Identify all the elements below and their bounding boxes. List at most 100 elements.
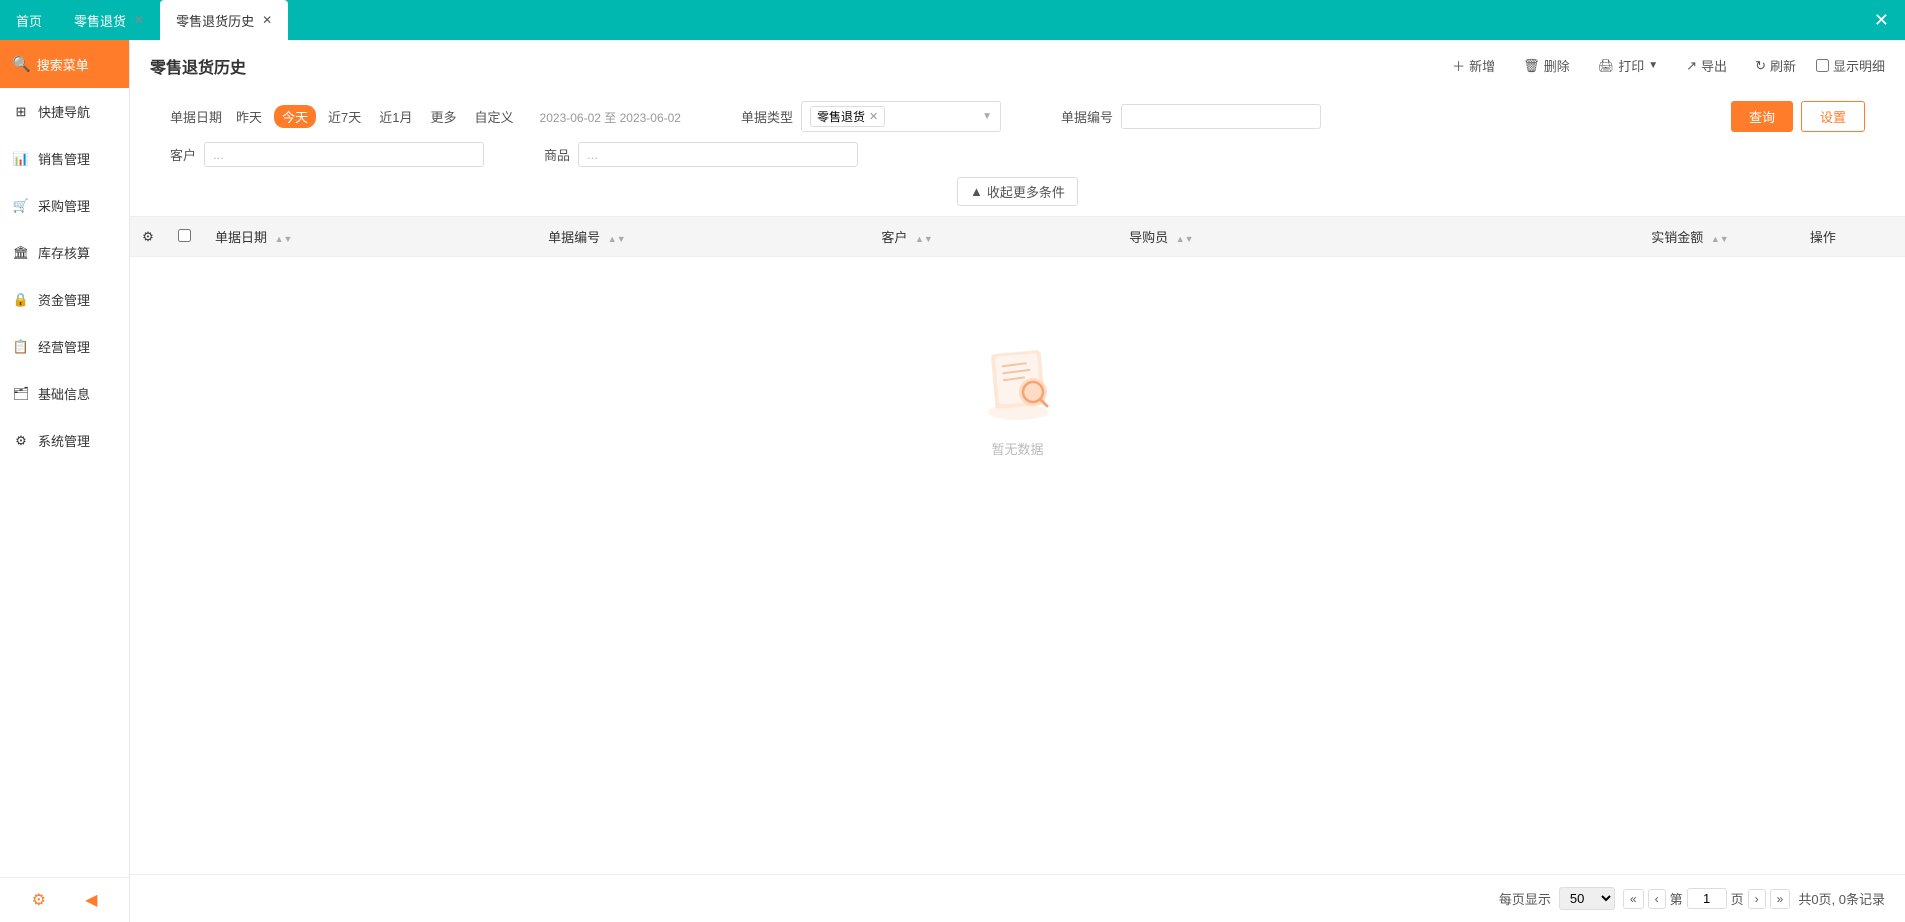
- print-button[interactable]: 🖨 打印 ▼: [1590, 52, 1666, 79]
- date-option-7days[interactable]: 近7天: [322, 105, 367, 128]
- date-range: 2023-06-02 至 2023-06-02: [540, 109, 681, 126]
- customer-sort[interactable]: ▲▼: [915, 234, 933, 244]
- last-page-button[interactable]: »: [1770, 889, 1791, 909]
- tab-retail-return-history[interactable]: 零售退货历史 ✕: [160, 0, 288, 40]
- type-tag-item: 零售退货 ✕: [810, 106, 885, 127]
- collapse-icon: ▲: [970, 184, 983, 199]
- sidebar-item-label: 资金管理: [38, 290, 90, 309]
- refresh-button[interactable]: ↻ 刷新: [1747, 52, 1804, 79]
- sidebar-bottom: ⚙ ◀: [0, 877, 129, 922]
- export-icon: ↗: [1686, 58, 1697, 74]
- date-option-today[interactable]: 今天: [274, 105, 316, 128]
- delete-button[interactable]: 🗑 删除: [1515, 52, 1578, 79]
- sidebar-item-finance[interactable]: 🔒 资金管理: [0, 276, 129, 323]
- prev-page-button[interactable]: ‹: [1648, 889, 1666, 909]
- empty-state: 暂无数据: [130, 257, 1905, 538]
- type-tag-close[interactable]: ✕: [869, 110, 878, 123]
- search-icon: 🔍: [12, 55, 31, 73]
- page-nav: « ‹ 第 页 › »: [1623, 888, 1790, 909]
- filter-area: 单据日期 昨天 今天 近7天 近1月 更多 自定义 2023-06-02 至 2…: [150, 91, 1885, 216]
- tab-home[interactable]: 零售退货历史 首页: [0, 0, 58, 40]
- collapse-sidebar-icon[interactable]: ◀: [85, 890, 97, 910]
- th-action: 操作: [1741, 217, 1905, 257]
- home-icon: ⊞: [12, 103, 30, 121]
- select-all-checkbox[interactable]: [178, 229, 191, 242]
- type-label: 单据类型: [741, 107, 793, 126]
- goods-select[interactable]: ...: [578, 142, 858, 167]
- sidebar-item-label: 销售管理: [38, 149, 90, 168]
- sidebar-item-system[interactable]: ⚙ 系统管理: [0, 417, 129, 464]
- sidebar-item-management[interactable]: 📋 经营管理: [0, 323, 129, 370]
- tab-retail-return[interactable]: 零售退货 ✕: [58, 0, 160, 40]
- top-bar: 零售退货历史 首页 零售退货 ✕ 零售退货历史 ✕ ✕: [0, 0, 1905, 40]
- tab-retail-return-close[interactable]: ✕: [134, 13, 144, 27]
- content-area: 零售退货历史 ＋ 新增 🗑 删除 🖨 打印 ▼: [130, 40, 1905, 922]
- sidebar-item-label: 采购管理: [38, 196, 90, 215]
- finance-icon: 🔒: [12, 291, 30, 309]
- sidebar-search-label: 搜索菜单: [37, 55, 89, 74]
- filter-row-1: 单据日期 昨天 今天 近7天 近1月 更多 自定义 2023-06-02 至 2…: [170, 101, 1865, 132]
- customer-label: 客户: [170, 145, 196, 164]
- table-area: ⚙ 单据日期 ▲▼ 单据编号 ▲▼: [130, 217, 1905, 874]
- print-icon: 🖨: [1598, 58, 1615, 74]
- filter-row-2: 客户 ... 商品 ...: [170, 142, 1865, 167]
- page-size-select[interactable]: 50 10 20 100: [1559, 887, 1615, 910]
- print-dropdown-icon: ▼: [1648, 60, 1658, 71]
- inventory-icon: 🏛: [12, 244, 30, 262]
- settings-icon[interactable]: ⚙: [32, 890, 46, 910]
- th-date: 单据日期 ▲▼: [203, 217, 536, 257]
- sidebar-item-sales[interactable]: 📊 销售管理: [0, 135, 129, 182]
- date-filter-group: 单据日期 昨天 今天 近7天 近1月 更多 自定义: [170, 105, 520, 128]
- data-table: ⚙ 单据日期 ▲▼ 单据编号 ▲▼: [130, 217, 1905, 538]
- th-settings: ⚙: [130, 217, 166, 257]
- total-info: 共0页, 0条记录: [1798, 889, 1885, 908]
- date-option-yesterday[interactable]: 昨天: [230, 105, 268, 128]
- tab-retail-return-history-close[interactable]: ✕: [262, 13, 272, 27]
- date-label: 单据日期: [170, 107, 222, 126]
- number-filter-group: 单据编号: [1061, 104, 1321, 129]
- window-close-button[interactable]: ✕: [1858, 0, 1905, 40]
- sidebar-item-quick-nav[interactable]: ⊞ 快捷导航: [0, 88, 129, 135]
- sidebar-item-label: 快捷导航: [38, 102, 90, 121]
- toolbar: ＋ 新增 🗑 删除 🖨 打印 ▼ ↗ 导出: [1444, 52, 1885, 79]
- query-button[interactable]: 查询: [1731, 101, 1793, 132]
- sidebar-item-inventory[interactable]: 🏛 库存核算: [0, 229, 129, 276]
- date-options: 昨天 今天 近7天 近1月 更多 自定义: [230, 105, 520, 128]
- customer-select[interactable]: ...: [204, 142, 484, 167]
- number-input[interactable]: [1121, 104, 1321, 129]
- main-layout: 🔍 搜索菜单 ⊞ 快捷导航 📊 销售管理 🛒 采购管理 🏛 库存核算 🔒 资金管…: [0, 40, 1905, 922]
- page-header: 零售退货历史 ＋ 新增 🗑 删除 🖨 打印 ▼: [130, 40, 1905, 217]
- sidebar-item-label: 经营管理: [38, 337, 90, 356]
- date-option-more[interactable]: 更多: [425, 105, 463, 128]
- goods-filter-group: 商品 ...: [544, 142, 858, 167]
- table-header-row: ⚙ 单据日期 ▲▼ 单据编号 ▲▼: [130, 217, 1905, 257]
- settings-gear-icon[interactable]: ⚙: [142, 229, 154, 244]
- sidebar-item-basic-info[interactable]: 🗂 基础信息: [0, 370, 129, 417]
- settings-button[interactable]: 设置: [1801, 101, 1865, 132]
- amount-sort[interactable]: ▲▼: [1711, 234, 1729, 244]
- new-button[interactable]: ＋ 新增: [1444, 52, 1503, 79]
- page-title-row: 零售退货历史 ＋ 新增 🗑 删除 🖨 打印 ▼: [150, 52, 1885, 79]
- sidebar-item-label: 库存核算: [38, 243, 90, 262]
- date-option-custom[interactable]: 自定义: [469, 105, 520, 128]
- th-checkbox: [166, 217, 203, 257]
- date-sort[interactable]: ▲▼: [275, 234, 293, 244]
- first-page-button[interactable]: «: [1623, 889, 1644, 909]
- guide-sort[interactable]: ▲▼: [1176, 234, 1194, 244]
- collapse-button[interactable]: ▲ 收起更多条件: [957, 177, 1078, 206]
- number-sort[interactable]: ▲▼: [608, 234, 626, 244]
- display-toggle-checkbox[interactable]: [1816, 59, 1829, 72]
- management-icon: 📋: [12, 338, 30, 356]
- next-page-button[interactable]: ›: [1748, 889, 1766, 909]
- page-number-input[interactable]: [1687, 888, 1727, 909]
- date-option-1month[interactable]: 近1月: [373, 105, 418, 128]
- display-toggle: 显示明细: [1816, 56, 1885, 75]
- sidebar-search[interactable]: 🔍 搜索菜单: [0, 40, 129, 88]
- pagination-bar: 每页显示 50 10 20 100 « ‹ 第 页 › » 共0页, 0条记录: [130, 874, 1905, 922]
- sidebar-item-purchase[interactable]: 🛒 采购管理: [0, 182, 129, 229]
- th-customer: 客户 ▲▼: [869, 217, 1117, 257]
- export-button[interactable]: ↗ 导出: [1678, 52, 1735, 79]
- type-select[interactable]: 零售退货 ✕ ▼: [801, 101, 1001, 132]
- purchase-icon: 🛒: [12, 197, 30, 215]
- type-filter-group: 单据类型 零售退货 ✕ ▼: [741, 101, 1001, 132]
